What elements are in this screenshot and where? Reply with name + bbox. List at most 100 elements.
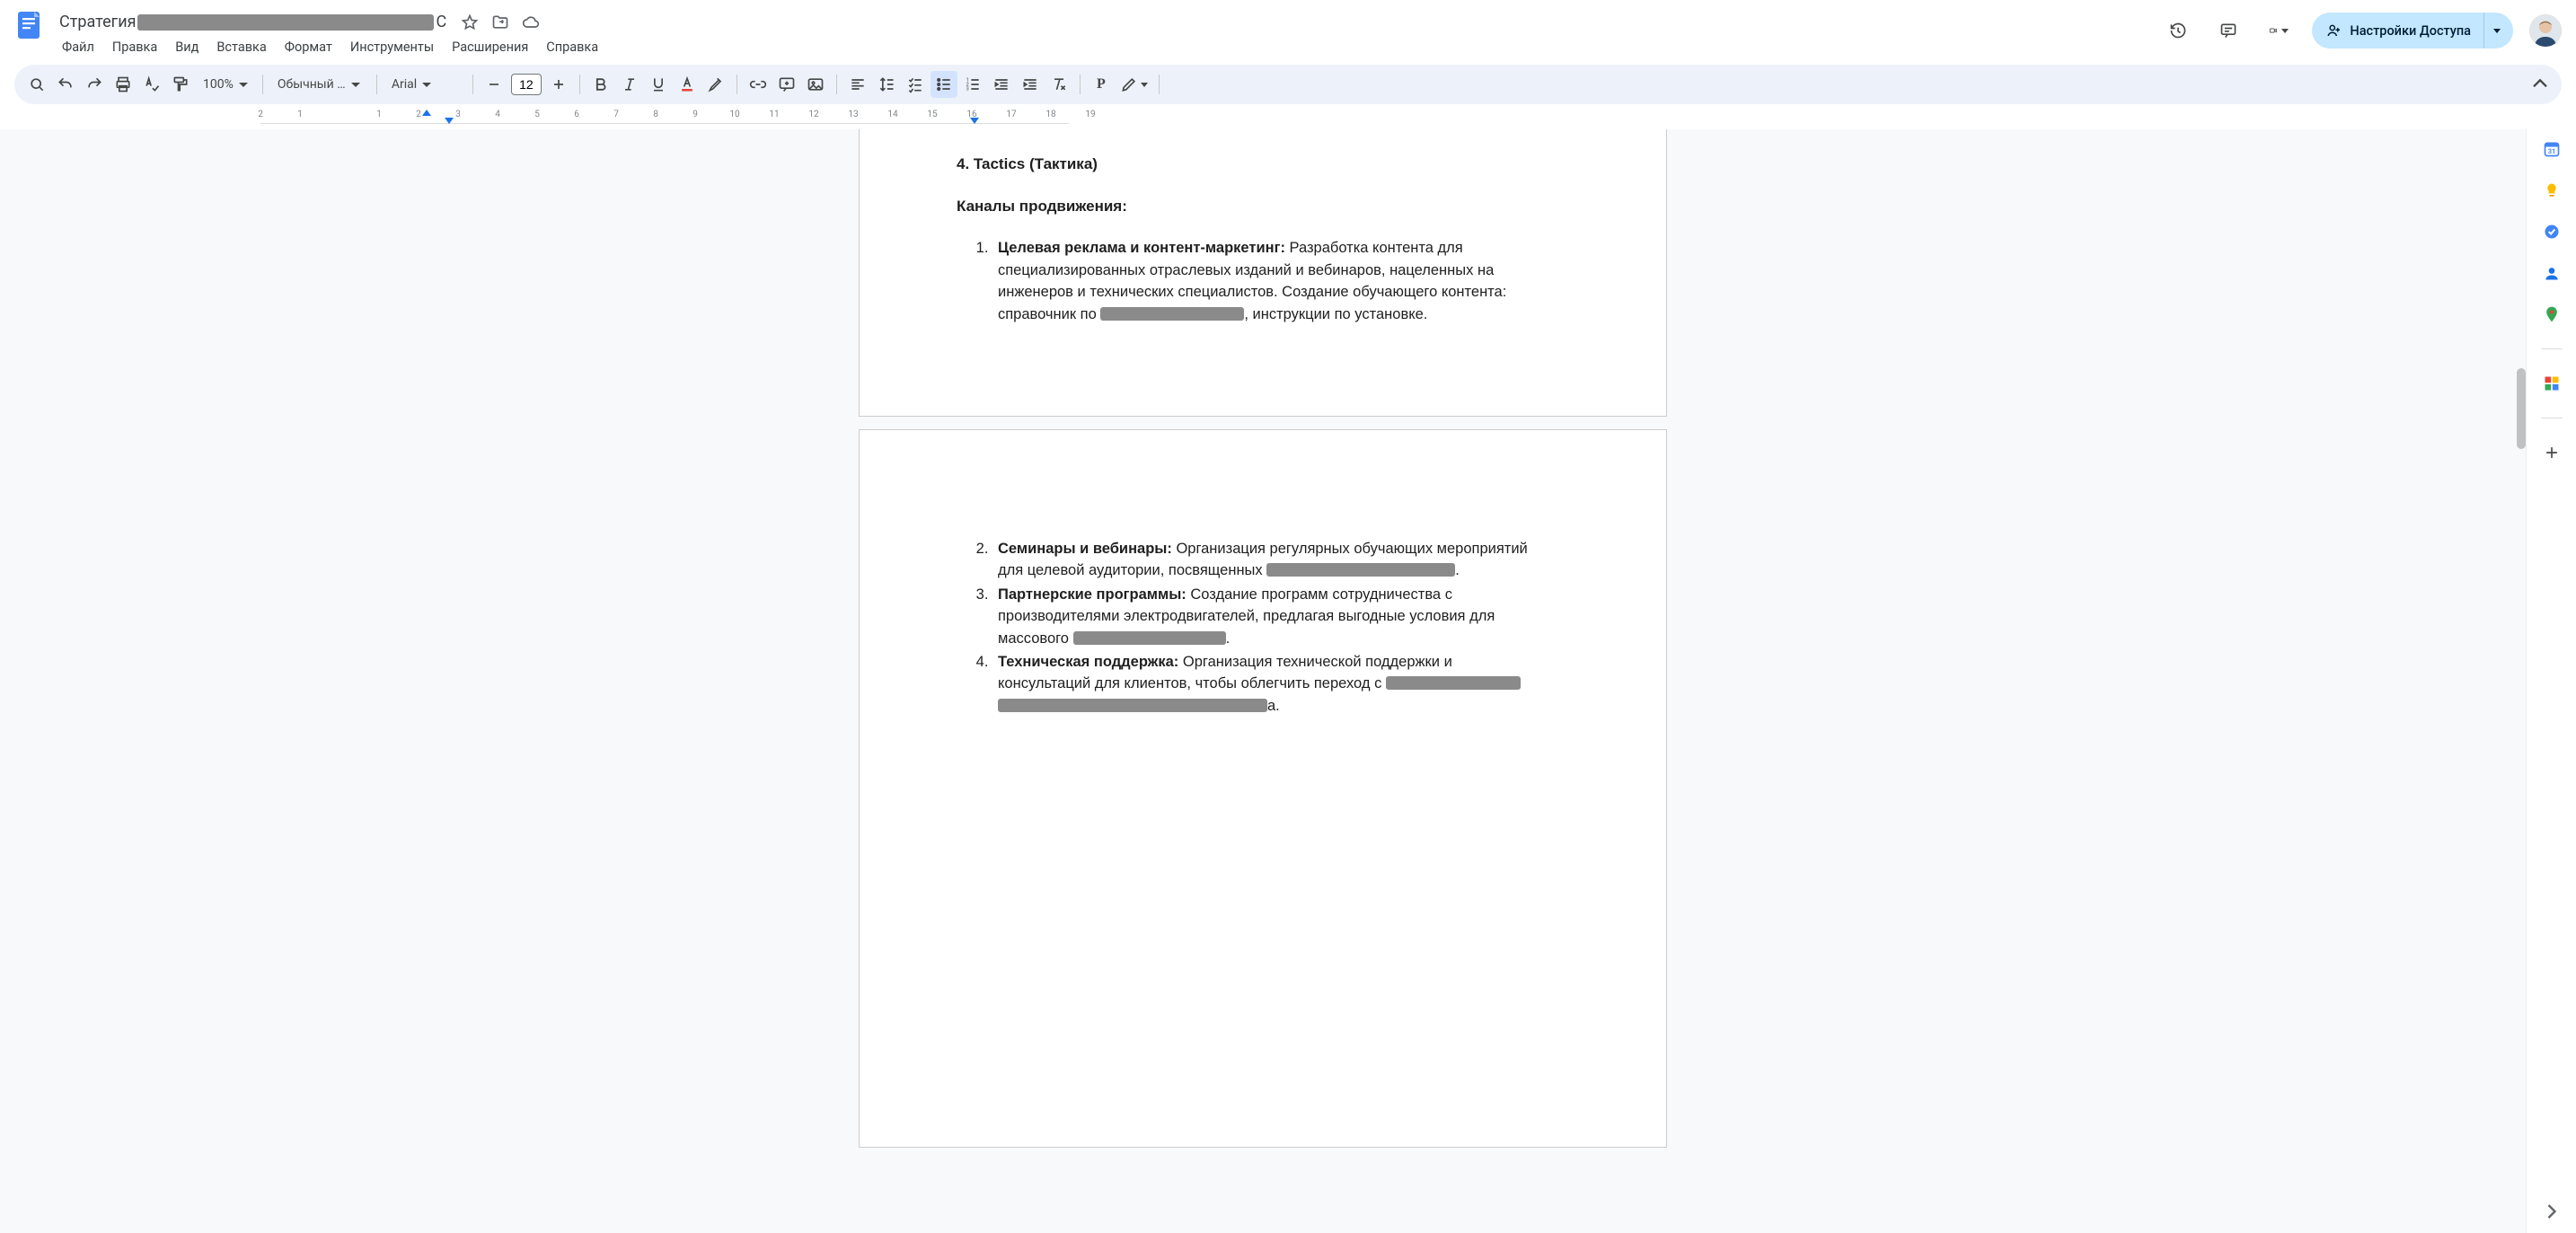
calendar-icon[interactable]: 31 [2541,138,2563,160]
ruler-label: 2 [416,110,421,119]
ruler-label: 19 [1085,110,1095,119]
menu-help[interactable]: Справка [538,35,606,59]
ruler-label: 12 [808,110,818,119]
redacted-title-span [137,14,434,31]
redacted-span [1073,631,1226,645]
font-size-decrease[interactable] [481,71,507,98]
clear-formatting-icon[interactable] [1045,71,1072,98]
comments-icon[interactable] [2211,13,2245,48]
align-icon[interactable] [844,71,871,98]
bold-icon[interactable] [587,71,614,98]
subheading: Каналы продвижения: [957,195,1531,217]
editing-mode-toggle[interactable]: P [1088,71,1115,98]
docs-logo[interactable] [11,7,47,43]
tasks-icon[interactable] [2541,221,2563,242]
ruler-label: 9 [693,110,698,119]
text-color-icon[interactable] [674,71,701,98]
star-icon[interactable] [461,13,479,31]
list-item: Техническая поддержка: Организация техни… [992,651,1531,717]
move-folder-icon[interactable] [491,13,509,31]
spellcheck-icon[interactable] [138,71,165,98]
share-button[interactable]: Настройки Доступа [2312,13,2513,48]
menu-tools[interactable]: Инструменты [342,35,442,59]
insert-image-icon[interactable] [802,71,829,98]
ruler-label: 5 [534,110,540,119]
svg-text:31: 31 [2547,147,2555,155]
maps-icon[interactable] [2541,304,2563,325]
document-title-suffix: С [436,13,446,31]
lock-icon [2326,22,2342,39]
ruler-label: 2 [258,110,263,119]
get-addons-icon[interactable] [2541,442,2563,463]
menu-view[interactable]: Вид [167,35,207,59]
redo-icon[interactable] [81,71,108,98]
font-select[interactable]: Arial [384,71,465,98]
ruler-label: 7 [613,110,619,119]
paragraph-style-select[interactable]: Обычный … [270,71,369,98]
ruler-label: 4 [495,110,500,119]
increase-indent-icon[interactable] [1017,71,1044,98]
ruler-label: 11 [769,110,779,119]
ruler-label: 14 [887,110,897,119]
bulleted-list-icon[interactable] [931,71,957,98]
line-spacing-icon[interactable] [873,71,900,98]
keep-icon[interactable] [2541,180,2563,201]
print-icon[interactable] [110,71,137,98]
menu-insert[interactable]: Вставка [208,35,274,59]
checklist-icon[interactable] [902,71,929,98]
left-indent-marker[interactable] [445,118,454,124]
menu-file[interactable]: Файл [54,35,102,59]
numbered-list-icon[interactable]: 123 [959,71,986,98]
font-size-increase[interactable] [545,71,572,98]
account-avatar[interactable] [2529,14,2562,47]
addon-app-icon[interactable] [2541,373,2563,394]
document-title[interactable]: Стратегия С [54,11,452,33]
history-icon[interactable] [2161,13,2195,48]
paint-format-icon[interactable] [167,71,194,98]
cloud-saved-icon[interactable] [522,13,540,31]
toolbar: 100% Обычный … Arial [14,65,2562,104]
chevron-down-icon [2493,29,2501,33]
heading: 4. Tactics (Тактика) [957,153,1531,175]
ruler-label: 13 [848,110,858,119]
menu-extensions[interactable]: Расширения [444,35,536,59]
right-indent-marker[interactable] [970,118,979,124]
ruler-label: 18 [1045,110,1055,119]
list-item: Семинары и вебинары: Организация регуляр… [992,538,1531,582]
side-panel: 31 [2526,129,2576,1233]
editing-mode-dropdown[interactable] [1116,71,1151,98]
ruler-label: 6 [574,110,579,119]
decrease-indent-icon[interactable] [988,71,1015,98]
svg-text:3: 3 [966,87,968,92]
ruler-label: 1 [297,110,303,119]
collapse-toolbar-icon[interactable] [2527,72,2553,97]
undo-icon[interactable] [52,71,79,98]
scrollbar-thumb[interactable] [2517,368,2526,449]
redacted-span [1266,563,1455,577]
document-title-prefix: Стратегия [59,13,136,31]
ruler-label: 1 [376,110,382,119]
ruler[interactable]: 2112345678910111213141516171819 [0,110,2576,129]
ruler-label: 15 [927,110,937,119]
contacts-icon[interactable] [2541,262,2563,284]
redacted-span [1100,307,1244,321]
menu-edit[interactable]: Правка [104,35,165,59]
search-menus-icon[interactable] [23,71,50,98]
insert-link-icon[interactable] [745,71,772,98]
zoom-select[interactable]: 100% [196,71,255,98]
menu-format[interactable]: Формат [277,35,340,59]
redacted-span [998,699,1267,712]
side-panel-collapse-icon[interactable] [2539,1199,2564,1224]
list-item: Партнерские программы: Создание программ… [992,584,1531,649]
font-size-input[interactable] [511,74,542,95]
menu-bar: Файл Правка Вид Вставка Формат Инструмен… [54,33,2154,65]
document-editor[interactable]: 4. Tactics (Тактика) Каналы продвижения:… [0,129,2526,1233]
ruler-label: 8 [653,110,658,119]
ruler-label: 10 [729,110,739,119]
underline-icon[interactable] [645,71,672,98]
first-line-indent-marker[interactable] [422,110,431,116]
meet-button[interactable] [2262,13,2296,48]
insert-comment-icon[interactable] [773,71,800,98]
highlight-color-icon[interactable] [702,71,729,98]
italic-icon[interactable] [616,71,643,98]
